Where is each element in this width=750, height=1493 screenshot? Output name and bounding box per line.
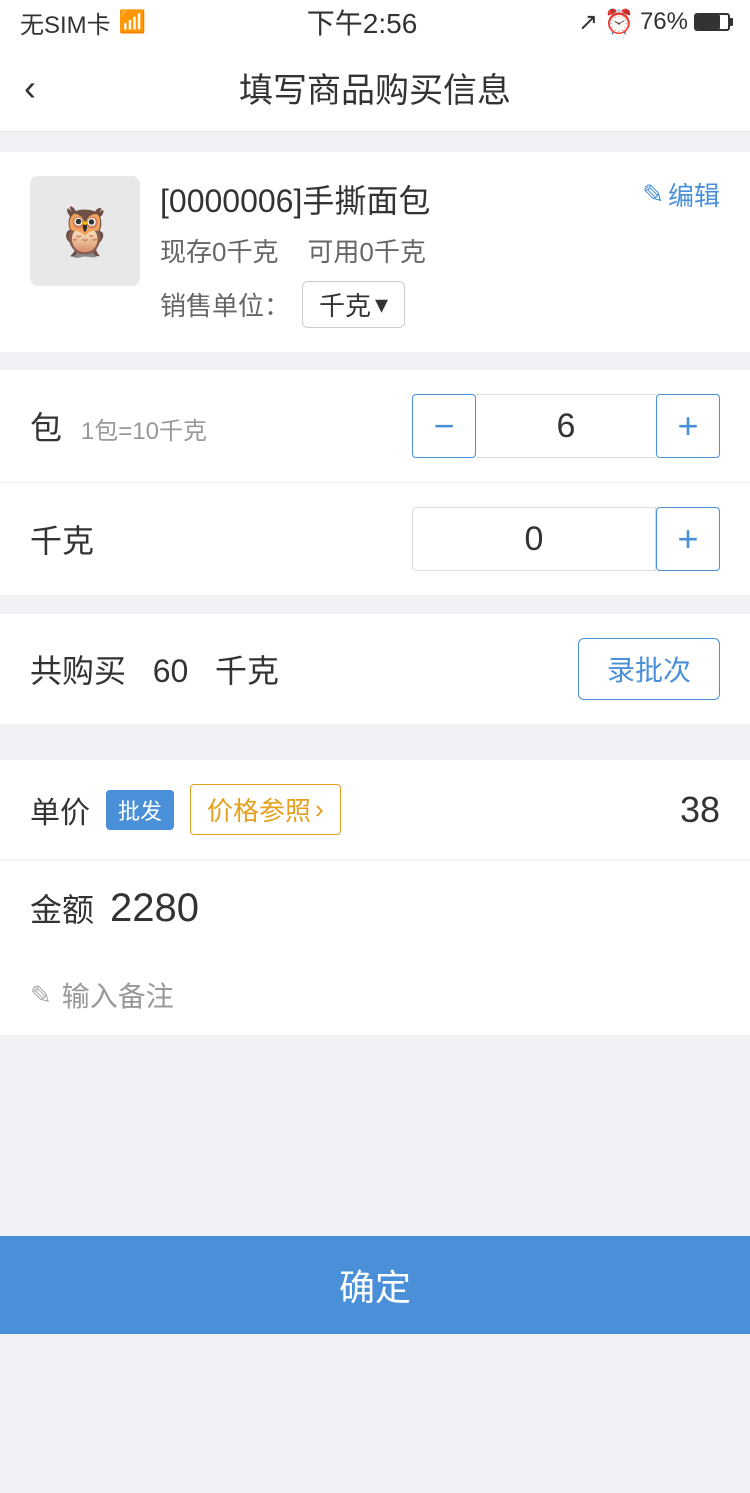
price-label: 单价: [30, 788, 90, 832]
status-right: ↗ ⏰ 76%: [578, 8, 730, 37]
battery-icon: [694, 13, 730, 31]
price-ref-label: 价格参照: [207, 791, 311, 828]
wifi-icon: 📶: [119, 9, 146, 35]
edit-icon: ✎: [642, 179, 664, 210]
page-title: 填写商品购买信息: [239, 63, 511, 112]
kg-quantity-control: +: [412, 507, 720, 571]
price-ref-arrow-icon: ›: [315, 794, 324, 825]
status-left: 无SIM卡 📶: [20, 5, 146, 40]
section-divider-1: [0, 352, 750, 370]
edit-link[interactable]: ✎ 编辑: [642, 176, 720, 213]
unit-row: 销售单位： 千克 ▾: [160, 281, 720, 328]
product-info: [0000006]手撕面包 ✎ 编辑 现存0千克 可用0千克 销售单位： 千克 …: [160, 176, 720, 328]
kg-input-row: 千克 +: [0, 483, 750, 596]
amount-section: 金额 2280 ✎ 输入备注: [0, 861, 750, 1035]
product-name-row: [0000006]手撕面包 ✎ 编辑: [160, 176, 720, 222]
summary-section: 共购买 60 千克 录批次: [0, 614, 750, 724]
pack-quantity-input[interactable]: [476, 394, 656, 458]
pack-plus-button[interactable]: +: [656, 394, 720, 458]
batch-button[interactable]: 录批次: [578, 638, 720, 700]
pack-quantity-control: − +: [412, 394, 720, 458]
price-section: 单价 批发 价格参照 › 38: [0, 760, 750, 859]
kg-quantity-input[interactable]: [412, 507, 656, 571]
price-tag: 批发: [106, 790, 174, 830]
summary-amount: 60: [153, 653, 189, 689]
nav-bar: ‹ 填写商品购买信息: [0, 44, 750, 132]
confirm-button-label: 确定: [339, 1259, 411, 1311]
pack-input-row: 包 1包=10千克 − +: [0, 370, 750, 483]
unit-label: 销售单位：: [160, 286, 290, 323]
summary-prefix: 共购买: [30, 653, 126, 689]
carrier-text: 无SIM卡: [20, 5, 111, 40]
status-bar: 无SIM卡 📶 下午2:56 ↗ ⏰ 76%: [0, 0, 750, 44]
pack-minus-button[interactable]: −: [412, 394, 476, 458]
note-placeholder: 输入备注: [62, 975, 174, 1015]
location-icon: ↗: [578, 8, 598, 37]
back-button[interactable]: ‹: [24, 67, 36, 109]
product-logo-icon: 🦉: [55, 203, 115, 260]
amount-label: 金额: [30, 885, 94, 931]
pack-hint: 1包=10千克: [81, 418, 207, 445]
product-image: 🦉: [30, 176, 140, 286]
battery-percent: 76%: [640, 8, 688, 36]
price-ref-button[interactable]: 价格参照 ›: [190, 784, 341, 835]
note-row[interactable]: ✎ 输入备注: [30, 955, 720, 1035]
content-area: [0, 1035, 750, 1395]
unit-select[interactable]: 千克 ▾: [302, 281, 405, 328]
confirm-button[interactable]: 确定: [0, 1236, 750, 1334]
available-text: 可用0千克: [307, 237, 425, 267]
unit-value: 千克: [319, 286, 371, 323]
summary-unit: 千克: [215, 653, 279, 689]
product-card: 🦉 [0000006]手撕面包 ✎ 编辑 现存0千克 可用0千克 销售单位： 千…: [0, 152, 750, 352]
amount-row: 金额 2280: [30, 885, 720, 931]
product-stock: 现存0千克 可用0千克: [160, 232, 720, 269]
summary-text: 共购买 60 千克: [30, 646, 279, 692]
stock-text: 现存0千克: [160, 237, 278, 267]
status-time: 下午2:56: [307, 2, 418, 42]
price-value: 38: [680, 789, 720, 831]
alarm-icon: ⏰: [604, 8, 634, 37]
pack-label: 包 1包=10千克: [30, 403, 412, 449]
edit-label: 编辑: [668, 176, 720, 213]
amount-value: 2280: [110, 886, 199, 931]
kg-label: 千克: [30, 516, 412, 562]
pack-label-text: 包: [30, 410, 62, 446]
product-name: [0000006]手撕面包: [160, 176, 642, 222]
dropdown-arrow-icon: ▾: [375, 289, 388, 320]
kg-plus-button[interactable]: +: [656, 507, 720, 571]
quantity-section: 包 1包=10千克 − + 千克 +: [0, 370, 750, 596]
section-divider-2: [0, 596, 750, 614]
section-divider-3: [0, 724, 750, 742]
pencil-icon: ✎: [30, 980, 52, 1011]
